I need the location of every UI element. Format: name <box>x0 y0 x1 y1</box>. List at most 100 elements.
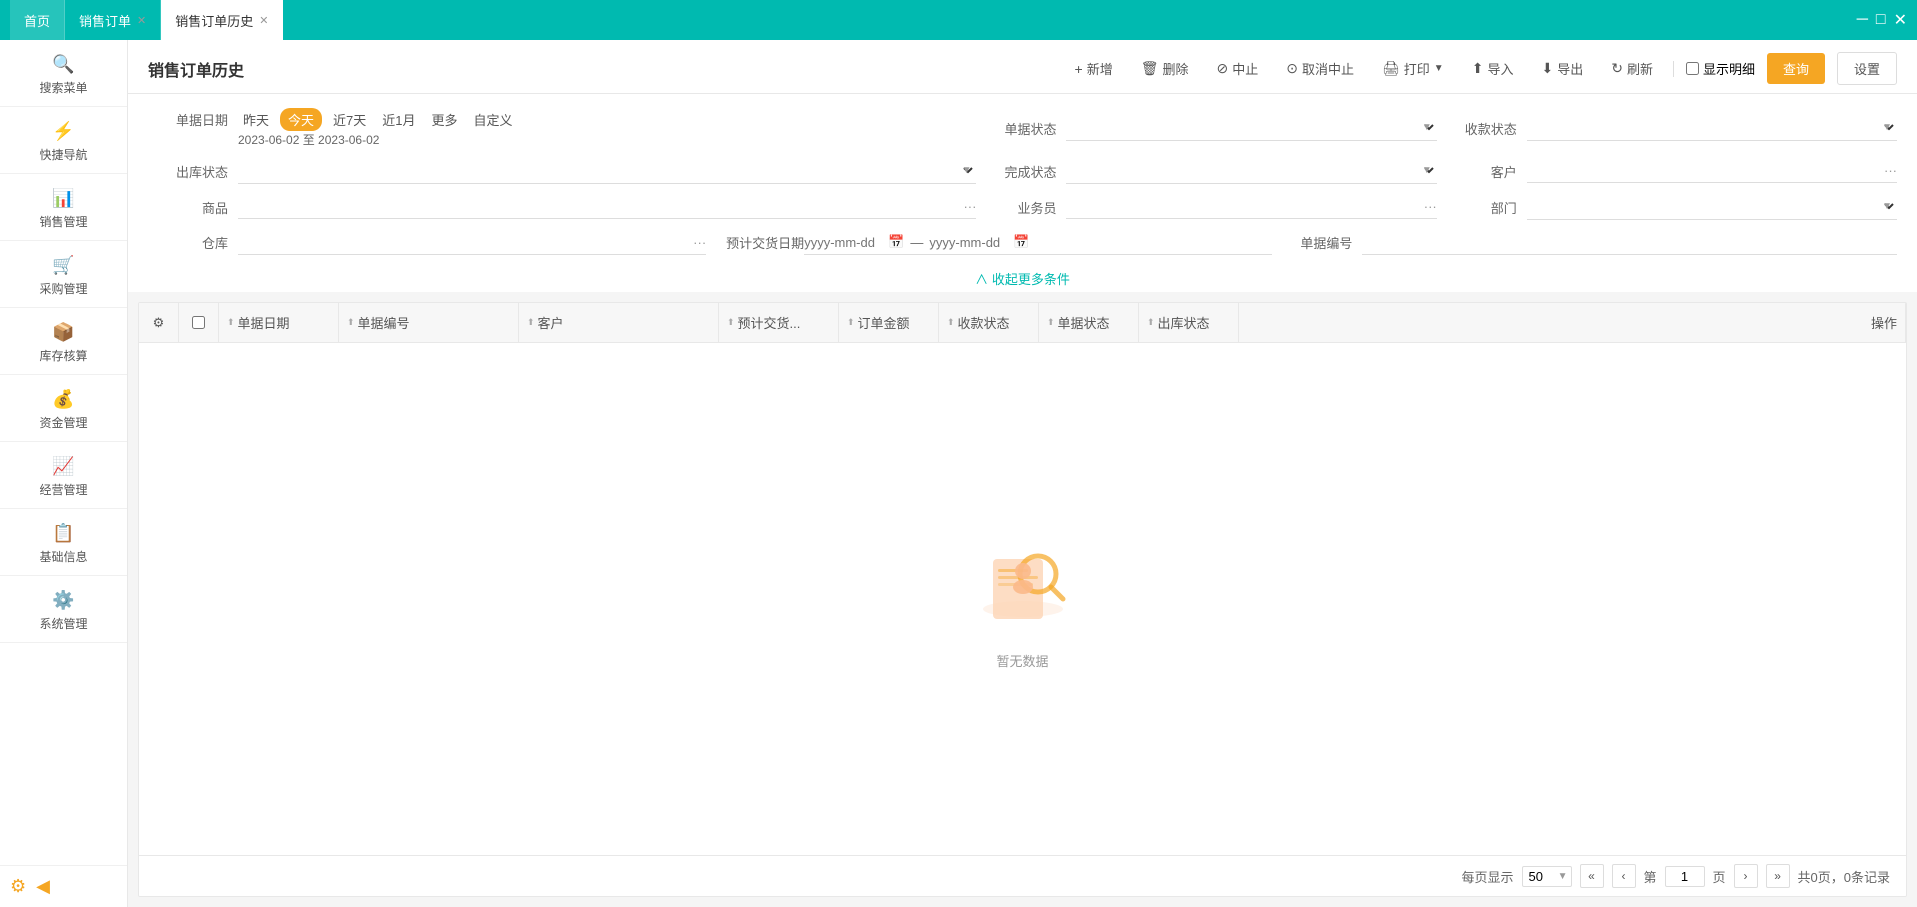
minimize-button[interactable]: ─ <box>1857 11 1868 29</box>
th-setting[interactable]: ⚙ <box>139 303 179 342</box>
date-1month-btn[interactable]: 近1月 <box>377 108 420 131</box>
close-button[interactable]: ✕ <box>1894 10 1907 30</box>
delete-button[interactable]: 🗑 删除 <box>1133 55 1197 82</box>
salesman-control[interactable]: ··· <box>1066 195 1436 219</box>
tab-sales-order-history[interactable]: 销售订单历史 ✕ <box>161 0 283 40</box>
delivery-date-start-input[interactable] <box>804 235 884 250</box>
warehouse-input[interactable] <box>238 235 693 250</box>
sidebar-item-quick-nav-label: 快捷导航 <box>39 146 87 163</box>
tab-home[interactable]: 首页 <box>10 0 65 40</box>
prev-page-button[interactable]: ‹ <box>1612 864 1636 888</box>
date-7days-btn[interactable]: 近7天 <box>328 108 371 131</box>
complete-status-control[interactable]: ▼ <box>1066 158 1436 184</box>
th-amount[interactable]: ⬆ 订单金额 <box>839 303 939 342</box>
dept-control[interactable]: ▼ <box>1527 194 1897 220</box>
th-pay-status[interactable]: ⬆ 收款状态 <box>939 303 1039 342</box>
last-page-button[interactable]: » <box>1766 864 1790 888</box>
date-yesterday-btn[interactable]: 昨天 <box>238 108 274 131</box>
delivery-date-end-input[interactable] <box>929 235 1009 250</box>
sidebar-item-basic-info[interactable]: 📋 基础信息 <box>0 509 127 576</box>
current-page-input[interactable] <box>1665 866 1705 887</box>
date-today-btn[interactable]: 今天 <box>280 108 322 131</box>
out-status-arrow-icon: ▼ <box>962 165 972 176</box>
filter-salesman-col: 业务员 ··· <box>976 195 1436 219</box>
sidebar-item-sales-mgmt[interactable]: 📊 销售管理 <box>0 174 127 241</box>
settings-button[interactable]: 设置 <box>1837 52 1897 85</box>
customer-input[interactable] <box>1527 163 1884 178</box>
warehouse-dots-icon[interactable]: ··· <box>693 235 706 250</box>
sidebar-item-inventory-check[interactable]: 📦 库存核算 <box>0 308 127 375</box>
export-button[interactable]: ⬇ 导出 <box>1533 55 1591 82</box>
stop-button[interactable]: ⊘ 中止 <box>1209 55 1267 82</box>
pay-status-arrow-icon: ▼ <box>1882 122 1892 133</box>
customer-control[interactable]: ··· <box>1527 159 1897 183</box>
date-more-btn[interactable]: 更多 <box>427 108 463 131</box>
sidebar-item-search-menu[interactable]: 🔍 搜索菜单 <box>0 40 127 107</box>
goods-control[interactable]: ··· <box>238 195 976 219</box>
order-num-label: 单据编号 <box>1272 233 1362 252</box>
new-button[interactable]: + 新增 <box>1067 55 1121 82</box>
stop-icon: ⊘ <box>1217 60 1229 77</box>
order-num-control[interactable] <box>1362 231 1897 255</box>
sidebar-item-basic-info-label: 基础信息 <box>39 548 87 565</box>
th-date[interactable]: ⬆ 单据日期 <box>219 303 339 342</box>
cancel-stop-button[interactable]: ⊙ 取消中止 <box>1278 55 1362 82</box>
sidebar-collapse-icon[interactable]: ◀ <box>36 876 50 897</box>
tab-sales-order-history-close[interactable]: ✕ <box>259 14 268 27</box>
next-page-button[interactable]: › <box>1734 864 1758 888</box>
th-out-status[interactable]: ⬆ 出库状态 <box>1139 303 1239 342</box>
th-number[interactable]: ⬆ 单据编号 <box>339 303 519 342</box>
tab-sales-order-close[interactable]: ✕ <box>137 14 146 27</box>
order-status-control[interactable]: ▼ <box>1066 115 1436 141</box>
date-custom-btn[interactable]: 自定义 <box>469 108 518 131</box>
refresh-label: 刷新 <box>1627 59 1653 78</box>
sidebar-item-quick-nav[interactable]: ⚡ 快捷导航 <box>0 107 127 174</box>
salesman-dots-icon[interactable]: ··· <box>1424 199 1437 214</box>
salesman-input[interactable] <box>1066 199 1423 214</box>
goods-dots-icon[interactable]: ··· <box>963 199 976 214</box>
show-detail-checkbox-wrapper[interactable]: 显示明细 <box>1686 59 1755 78</box>
out-status-control[interactable]: ▼ <box>238 158 976 184</box>
query-button[interactable]: 查询 <box>1767 53 1825 84</box>
out-status-select[interactable] <box>238 162 976 179</box>
goods-input[interactable] <box>238 199 963 214</box>
pay-status-control[interactable]: ▼ <box>1527 115 1897 141</box>
complete-status-select[interactable] <box>1066 162 1436 179</box>
order-num-input[interactable] <box>1362 235 1897 250</box>
warehouse-control[interactable]: ··· <box>238 231 706 255</box>
select-all-checkbox[interactable] <box>192 316 205 329</box>
tab-sales-order[interactable]: 销售订单 ✕ <box>65 0 161 40</box>
maximize-button[interactable]: □ <box>1876 11 1886 29</box>
sidebar-item-operation-mgmt[interactable]: 📈 经营管理 <box>0 442 127 509</box>
sidebar-item-sys-mgmt[interactable]: ⚙️ 系统管理 <box>0 576 127 643</box>
order-status-arrow-icon: ▼ <box>1422 122 1432 133</box>
first-page-button[interactable]: « <box>1580 864 1604 888</box>
th-customer[interactable]: ⬆ 客户 <box>519 303 719 342</box>
print-button[interactable]: 🖨 打印 ▼ <box>1374 55 1452 82</box>
calendar-end-icon[interactable]: 📅 <box>1013 234 1029 250</box>
collapse-more-btn[interactable]: ∧ 收起更多条件 <box>148 265 1897 292</box>
export-icon: ⬇ <box>1541 60 1553 77</box>
cancel-stop-label: 取消中止 <box>1302 59 1354 78</box>
th-checkbox[interactable] <box>179 303 219 342</box>
th-delivery[interactable]: ⬆ 预计交货... <box>719 303 839 342</box>
th-order-status[interactable]: ⬆ 单据状态 <box>1039 303 1139 342</box>
import-button[interactable]: ⬆ 导入 <box>1464 55 1522 82</box>
calendar-start-icon[interactable]: 📅 <box>888 234 904 250</box>
stop-label: 中止 <box>1232 59 1258 78</box>
refresh-button[interactable]: ↻ 刷新 <box>1603 55 1661 82</box>
dept-select[interactable] <box>1527 198 1897 215</box>
page-size-select[interactable]: 50 10 20 100 <box>1522 866 1572 887</box>
delete-label: 删除 <box>1162 59 1188 78</box>
show-detail-checkbox[interactable] <box>1686 62 1699 75</box>
filter-dept-col: 部门 ▼ <box>1437 194 1897 220</box>
salesman-label: 业务员 <box>976 198 1066 217</box>
sidebar-settings-icon[interactable]: ⚙ <box>10 876 26 897</box>
new-label: 新增 <box>1087 59 1113 78</box>
date-label: 单据日期 <box>148 110 238 129</box>
pay-status-select[interactable] <box>1527 119 1897 136</box>
customer-dots-icon[interactable]: ··· <box>1884 163 1897 178</box>
sidebar-item-purchase-mgmt[interactable]: 🛒 采购管理 <box>0 241 127 308</box>
order-status-select[interactable] <box>1066 119 1436 136</box>
sidebar-item-fund-mgmt[interactable]: 💰 资金管理 <box>0 375 127 442</box>
